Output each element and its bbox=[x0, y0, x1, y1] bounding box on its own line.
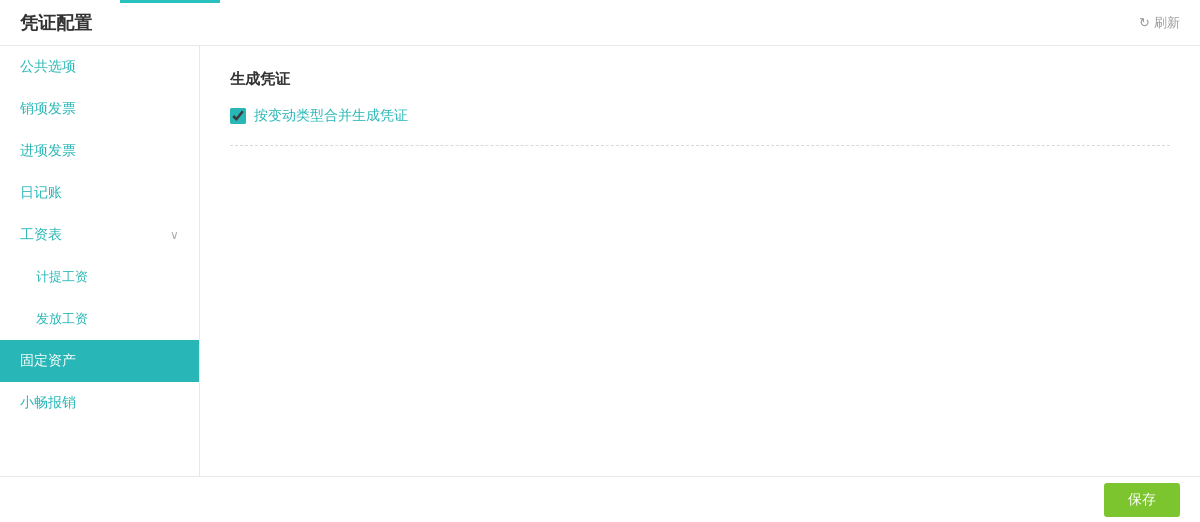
sidebar-item-label: 工资表 bbox=[20, 226, 62, 244]
sidebar-item-label: 计提工资 bbox=[36, 268, 88, 286]
sidebar-item-payroll-table[interactable]: 工资表 ∨ bbox=[0, 214, 199, 256]
sidebar: 公共选项销项发票进项发票日记账工资表 ∨ 计提工资发放工资固定资产小畅报销 bbox=[0, 46, 200, 522]
sidebar-item-public-options[interactable]: 公共选项 bbox=[0, 46, 199, 88]
sidebar-item-label: 发放工资 bbox=[36, 310, 88, 328]
section-divider bbox=[230, 145, 1170, 146]
checkbox-row: 按变动类型合并生成凭证 bbox=[230, 107, 1170, 125]
section-title: 生成凭证 bbox=[230, 70, 1170, 89]
sidebar-item-fixed-assets[interactable]: 固定资产 bbox=[0, 340, 199, 382]
page-title: 凭证配置 bbox=[20, 11, 92, 35]
sidebar-item-label: 固定资产 bbox=[20, 352, 76, 370]
sidebar-item-purchase-invoice[interactable]: 进项发票 bbox=[0, 130, 199, 172]
sidebar-item-commission-payroll[interactable]: 计提工资 bbox=[0, 256, 199, 298]
sidebar-item-label: 进项发票 bbox=[20, 142, 76, 160]
sidebar-item-sales-invoice[interactable]: 销项发票 bbox=[0, 88, 199, 130]
refresh-label: 刷新 bbox=[1154, 14, 1180, 32]
sidebar-item-label: 公共选项 bbox=[20, 58, 76, 76]
sidebar-item-distribute-payroll[interactable]: 发放工资 bbox=[0, 298, 199, 340]
save-button[interactable]: 保存 bbox=[1104, 483, 1180, 517]
page-footer: 保存 bbox=[0, 476, 1200, 522]
refresh-button[interactable]: ↻ 刷新 bbox=[1139, 14, 1180, 32]
main-layout: 公共选项销项发票进项发票日记账工资表 ∨ 计提工资发放工资固定资产小畅报销 生成凭证… bbox=[0, 46, 1200, 522]
sidebar-item-journal[interactable]: 日记账 bbox=[0, 172, 199, 214]
sidebar-item-label: 日记账 bbox=[20, 184, 62, 202]
chevron-down-icon: ∨ bbox=[170, 228, 179, 242]
sidebar-item-label: 小畅报销 bbox=[20, 394, 76, 412]
page-header: 凭证配置 ↻ 刷新 bbox=[0, 0, 1200, 46]
merge-by-type-checkbox[interactable] bbox=[230, 108, 246, 124]
merge-by-type-label[interactable]: 按变动类型合并生成凭证 bbox=[254, 107, 408, 125]
refresh-icon: ↻ bbox=[1139, 15, 1150, 30]
sidebar-item-expense-reimbursement[interactable]: 小畅报销 bbox=[0, 382, 199, 424]
sidebar-item-label: 销项发票 bbox=[20, 100, 76, 118]
main-content: 生成凭证 按变动类型合并生成凭证 bbox=[200, 46, 1200, 522]
